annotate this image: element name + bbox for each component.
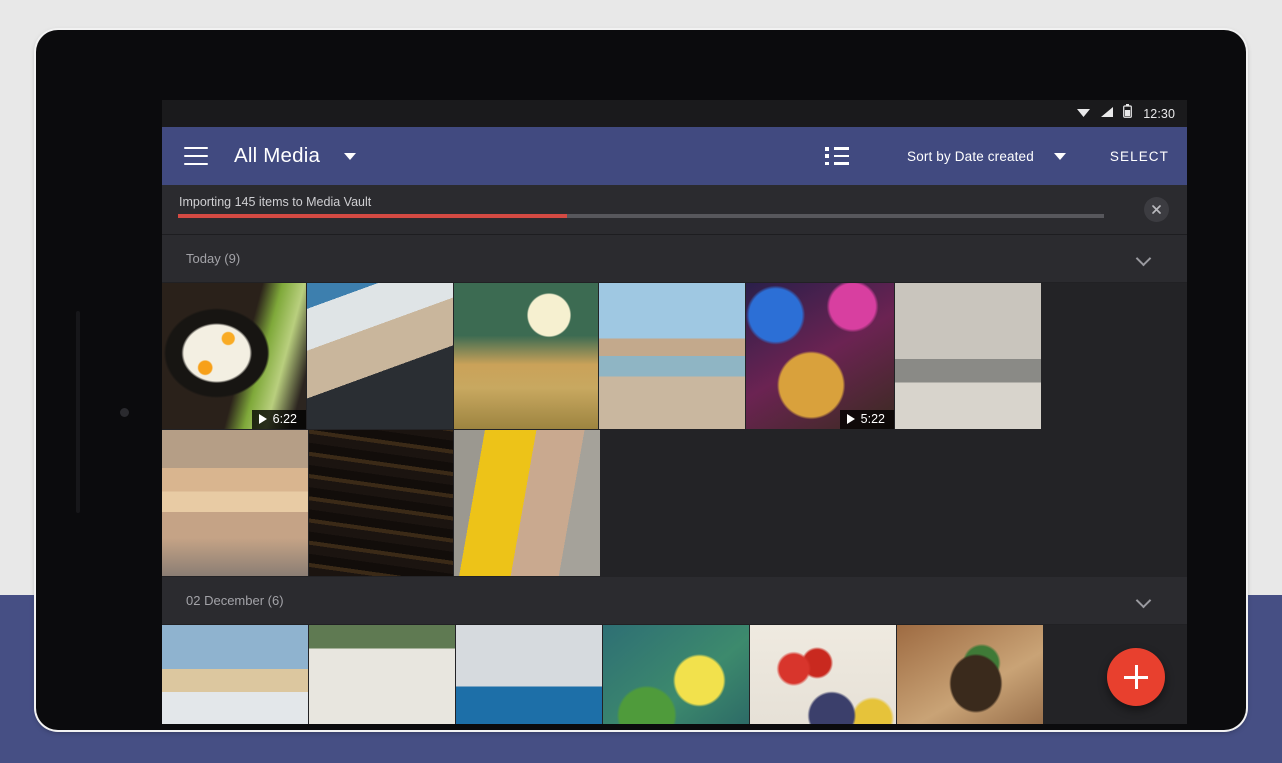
chevron-down-icon[interactable] (344, 152, 357, 160)
legs-out-car-window (307, 283, 453, 429)
seek-for-adventure-sign (309, 625, 455, 724)
media-thumbnail[interactable] (750, 625, 896, 724)
coastal-cliffs (456, 625, 602, 724)
dog-on-beach (599, 283, 745, 429)
lemons-and-herbs (603, 625, 749, 724)
media-thumbnail[interactable] (309, 430, 453, 576)
media-thumbnail[interactable] (454, 283, 598, 429)
media-thumbnail[interactable]: 6:22 (162, 283, 306, 429)
plus-icon (1134, 665, 1138, 689)
front-camera-icon (120, 408, 129, 417)
chocolate-dessert-cup (897, 625, 1043, 724)
section-header[interactable]: 02 December (6) (162, 577, 1187, 625)
import-progress-fill (178, 214, 567, 218)
app-bar: All Media Sort by Date created SELECT (162, 127, 1187, 185)
media-thumbnail[interactable] (454, 430, 600, 576)
status-bar: 12:30 (162, 100, 1187, 127)
surfer-with-yellow-board (454, 430, 600, 576)
close-circle-icon[interactable] (1144, 197, 1169, 222)
chevron-down-icon[interactable] (1135, 250, 1152, 266)
import-progress-bar (178, 214, 1104, 218)
media-thumbnail[interactable] (895, 283, 1041, 429)
video-duration-badge: 5:22 (839, 409, 894, 429)
media-grid (162, 625, 1187, 724)
media-grid: 6:22 5:22 (162, 283, 1187, 577)
list-view-icon[interactable] (825, 147, 850, 165)
tablet-device-frame: 12:30 All Media Sort by Date created SEL… (36, 30, 1246, 730)
media-thumbnail[interactable] (599, 283, 745, 429)
person-above-clouds (162, 625, 308, 724)
play-icon (846, 413, 855, 424)
fried-eggs-in-pan (162, 283, 306, 429)
video-duration-label: 5:22 (860, 411, 885, 426)
media-thumbnail[interactable] (162, 625, 308, 724)
media-thumbnail[interactable] (307, 283, 453, 429)
bbq-grill-closeup (309, 430, 453, 576)
sort-by-label[interactable]: Sort by Date created (907, 149, 1034, 164)
media-list: Today (9) 6:22 5:22 02 December (6) (162, 235, 1187, 724)
section-title: 02 December (6) (186, 593, 284, 608)
hamburger-menu-icon[interactable] (184, 147, 208, 165)
status-bar-clock: 12:30 (1143, 106, 1175, 121)
media-thumbnail[interactable] (897, 625, 1043, 724)
video-duration-label: 6:22 (272, 411, 297, 426)
page-root: 12:30 All Media Sort by Date created SEL… (0, 0, 1282, 763)
media-thumbnail[interactable]: 5:22 (746, 283, 894, 429)
chevron-down-icon[interactable] (1135, 592, 1152, 608)
section-title: Today (9) (186, 251, 241, 266)
media-thumbnail[interactable] (162, 430, 308, 576)
wifi-icon (1076, 105, 1091, 123)
video-duration-badge: 6:22 (251, 409, 306, 429)
woman-with-bicycle (895, 283, 1041, 429)
add-media-fab[interactable] (1107, 648, 1165, 706)
media-thumbnail[interactable] (309, 625, 455, 724)
import-progress-banner: Importing 145 items to Media Vault (162, 185, 1187, 235)
app-bar-actions: Sort by Date created SELECT (825, 147, 1187, 165)
chevron-down-icon[interactable] (1053, 152, 1066, 160)
friends-celebrating (746, 283, 894, 429)
media-thumbnail[interactable] (456, 625, 602, 724)
section-header[interactable]: Today (9) (162, 235, 1187, 283)
woman-playing-guitar (454, 283, 598, 429)
play-icon (258, 413, 267, 424)
device-screen: 12:30 All Media Sort by Date created SEL… (162, 100, 1187, 724)
signal-icon (1100, 105, 1114, 123)
bezel-groove (76, 311, 80, 513)
page-title: All Media (234, 144, 321, 167)
sunset-over-sea (162, 430, 308, 576)
berries-and-banana (750, 625, 896, 724)
battery-icon (1123, 104, 1133, 123)
select-button[interactable]: SELECT (1110, 149, 1169, 164)
media-thumbnail[interactable] (603, 625, 749, 724)
import-status-text: Importing 145 items to Media Vault (179, 195, 372, 209)
